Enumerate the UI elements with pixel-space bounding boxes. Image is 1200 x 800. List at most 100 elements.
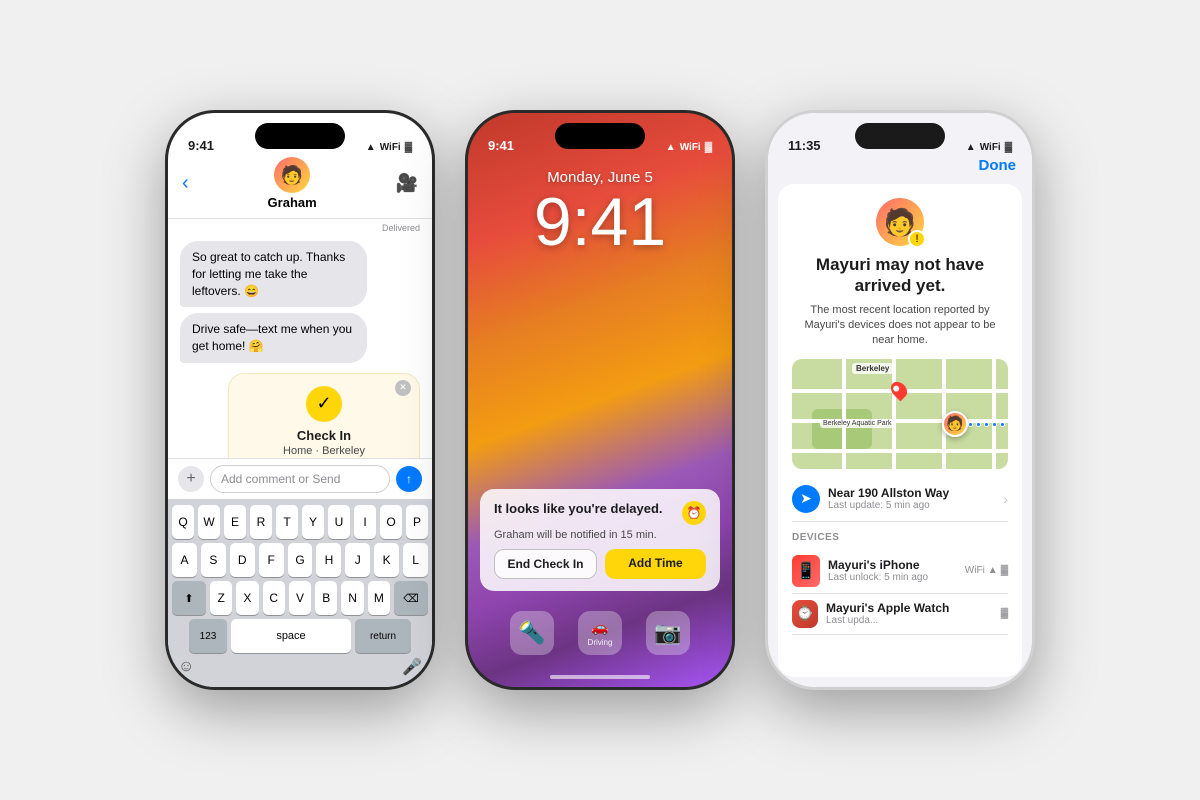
key-space[interactable]: space — [231, 619, 351, 653]
trail-dot-3 — [984, 422, 989, 427]
phone-center: 9:41 ▲ WiFi ▓ Monday, June 5 9:41 ⏰ It l… — [465, 110, 735, 690]
iphone-sub: Last unlock: 5 min ago — [828, 572, 957, 583]
message-text-input[interactable]: Add comment or Send — [210, 465, 390, 493]
keyboard: Q W E R T Y U I O P A S D F G H — [168, 499, 432, 687]
iphone-wifi-icon: WiFi — [965, 565, 985, 576]
input-placeholder: Add comment or Send — [221, 472, 340, 486]
device-row-iphone: 📱 Mayuri's iPhone Last unlock: 5 min ago… — [792, 549, 1008, 594]
keyboard-row-2: A S D F G H J K L — [172, 543, 428, 577]
location-name: Near 190 Allston Way — [828, 486, 1003, 500]
key-a[interactable]: A — [172, 543, 197, 577]
key-f[interactable]: F — [259, 543, 284, 577]
back-button[interactable]: ‹ — [182, 172, 189, 195]
mic-icon[interactable]: 🎤 — [402, 657, 422, 677]
road-h3 — [792, 449, 1008, 453]
contact-name: Graham — [268, 195, 317, 210]
key-u[interactable]: U — [328, 505, 350, 539]
alert-desc: The most recent location reported by May… — [792, 303, 1008, 349]
emoji-icon[interactable]: ☺ — [178, 658, 194, 676]
key-backspace[interactable]: ⌫ — [394, 581, 428, 615]
notif-buttons: End Check In Add Time — [494, 549, 706, 579]
phone-left: 9:41 ▲ WiFi ▓ ‹ 🧑 Graham 🎥 Delivered — [165, 110, 435, 690]
key-w[interactable]: W — [198, 505, 220, 539]
key-h[interactable]: H — [316, 543, 341, 577]
iphone-status-icons: WiFi ▲ ▓ — [965, 565, 1008, 576]
key-p[interactable]: P — [406, 505, 428, 539]
bottom-spacer — [768, 677, 1032, 687]
signal-icon-right: ▲ — [966, 142, 976, 153]
message-2: Drive safe—text me when you get home! 🤗 — [180, 313, 367, 363]
map-preview: Berkeley Berkeley Aquatic Park 🧑 — [792, 359, 1008, 469]
map-label-park: Berkeley Aquatic Park — [820, 419, 894, 428]
signal-icon-left: ▲ — [366, 142, 376, 153]
dynamic-island-center — [555, 123, 645, 149]
status-time-left: 9:41 — [188, 138, 214, 153]
map-dot-trail — [968, 422, 1008, 427]
key-d[interactable]: D — [230, 543, 255, 577]
watch-battery-icon: ▓ — [1001, 608, 1008, 619]
video-call-icon[interactable]: 🎥 — [396, 173, 418, 194]
battery-icon-right: ▓ — [1005, 142, 1012, 153]
alert-title: Mayuri may not have arrived yet. — [792, 254, 1008, 297]
warning-badge: ! — [908, 230, 926, 248]
key-z[interactable]: Z — [210, 581, 232, 615]
key-return[interactable]: return — [355, 619, 411, 653]
key-e[interactable]: E — [224, 505, 246, 539]
findmy-screen: 11:35 ▲ WiFi ▓ Done 🧑 ! Mayuri may not h… — [768, 113, 1032, 687]
key-i[interactable]: I — [354, 505, 376, 539]
key-c[interactable]: C — [263, 581, 285, 615]
watch-status-icons: ▓ — [1001, 608, 1008, 619]
wifi-icon-right: WiFi — [980, 142, 1001, 153]
trail-dot-5 — [1000, 422, 1005, 427]
notif-subtitle: Graham will be notified in 15 min. — [494, 529, 706, 541]
key-s[interactable]: S — [201, 543, 226, 577]
key-q[interactable]: Q — [172, 505, 194, 539]
keyboard-row-1: Q W E R T Y U I O P — [172, 505, 428, 539]
location-row[interactable]: ➤ Near 190 Allston Way Last update: 5 mi… — [792, 477, 1008, 522]
status-time-right: 11:35 — [788, 138, 821, 153]
key-j[interactable]: J — [345, 543, 370, 577]
key-t[interactable]: T — [276, 505, 298, 539]
add-attachment-button[interactable]: + — [178, 466, 204, 492]
key-g[interactable]: G — [288, 543, 313, 577]
trail-dot-2 — [976, 422, 981, 427]
done-button[interactable]: Done — [979, 157, 1017, 174]
key-y[interactable]: Y — [302, 505, 324, 539]
end-checkin-button[interactable]: End Check In — [494, 549, 597, 579]
lockscreen-screen: 9:41 ▲ WiFi ▓ Monday, June 5 9:41 ⏰ It l… — [468, 113, 732, 687]
key-x[interactable]: X — [236, 581, 258, 615]
checkin-title: Check In — [241, 428, 407, 443]
wifi-icon-left: WiFi — [380, 142, 401, 153]
key-m[interactable]: M — [368, 581, 390, 615]
key-k[interactable]: K — [374, 543, 399, 577]
battery-icon-center: ▓ — [705, 142, 712, 153]
iphone-signal-icon: ▲ — [988, 565, 998, 576]
send-button[interactable]: ↑ — [396, 466, 422, 492]
close-checkin-button[interactable]: ✕ — [395, 380, 411, 396]
add-time-button[interactable]: Add Time — [605, 549, 706, 579]
key-b[interactable]: B — [315, 581, 337, 615]
home-bar-center — [550, 675, 650, 679]
devices-label: DEVICES — [792, 532, 1008, 543]
dock-flashlight-icon[interactable]: 🔦 — [510, 611, 554, 655]
messages-area: Delivered So great to catch up. Thanks f… — [168, 219, 432, 458]
dynamic-island-left — [255, 123, 345, 149]
iphone-battery-icon: ▓ — [1001, 565, 1008, 576]
lockscreen-time: 9:41 — [468, 188, 732, 256]
key-r[interactable]: R — [250, 505, 272, 539]
iphone-info: Mayuri's iPhone Last unlock: 5 min ago — [828, 558, 957, 583]
location-info: Near 190 Allston Way Last update: 5 min … — [828, 486, 1003, 511]
key-l[interactable]: L — [403, 543, 428, 577]
dock-camera-icon[interactable]: 📷 — [646, 611, 690, 655]
key-v[interactable]: V — [289, 581, 311, 615]
key-o[interactable]: O — [380, 505, 402, 539]
status-icons-right: ▲ WiFi ▓ — [966, 142, 1012, 153]
dock-driving-icon[interactable]: 🚗 Driving — [578, 611, 622, 655]
iphone-name: Mayuri's iPhone — [828, 558, 957, 572]
key-numbers[interactable]: 123 — [189, 619, 227, 653]
devices-section: DEVICES 📱 Mayuri's iPhone Last unlock: 5… — [792, 532, 1008, 635]
key-n[interactable]: N — [341, 581, 363, 615]
mayuri-avatar: 🧑 ! — [876, 198, 924, 246]
key-shift[interactable]: ⬆ — [172, 581, 206, 615]
battery-icon-left: ▓ — [405, 142, 412, 153]
